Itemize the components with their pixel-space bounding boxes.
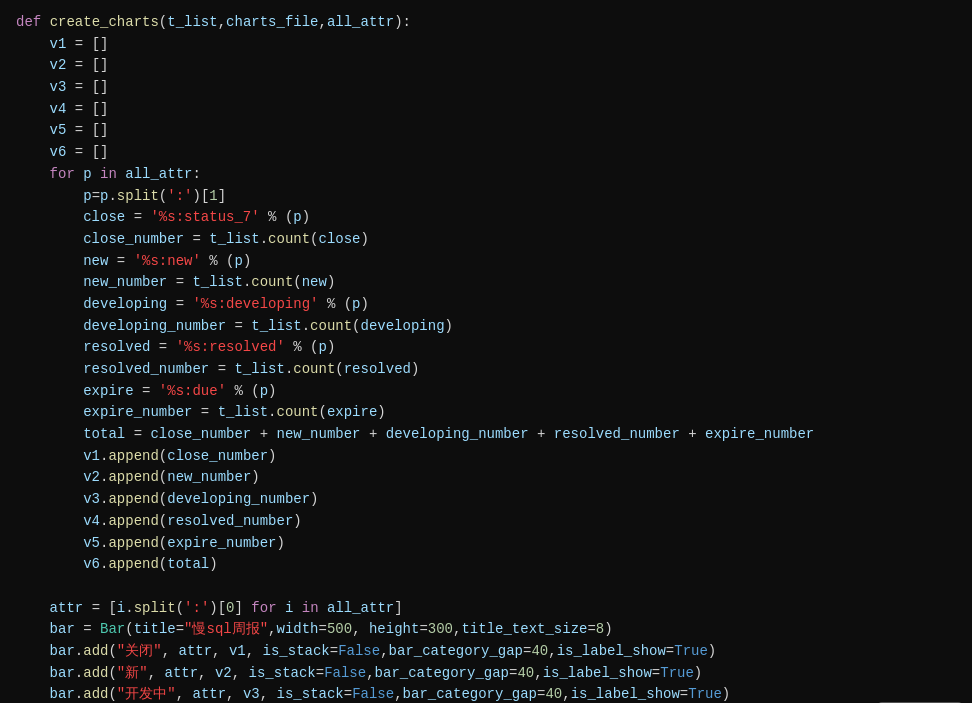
code-line-9: p=p.split(':')[1] <box>16 186 956 208</box>
code-line-25: v5.append(expire_number) <box>16 533 956 555</box>
code-line-28: attr = [i.split(':')[0] for i in all_att… <box>16 598 956 620</box>
code-line-5: v4 = [] <box>16 99 956 121</box>
code-line-32: bar.add("开发中", attr, v3, is_stack=False,… <box>16 684 956 703</box>
code-line-8: for p in all_attr: <box>16 164 956 186</box>
code-line-17: resolved_number = t_list.count(resolved) <box>16 359 956 381</box>
code-line-7: v6 = [] <box>16 142 956 164</box>
code-line-14: developing = '%s:developing' % (p) <box>16 294 956 316</box>
code-line-20: total = close_number + new_number + deve… <box>16 424 956 446</box>
code-line-13: new_number = t_list.count(new) <box>16 272 956 294</box>
code-line-18: expire = '%s:due' % (p) <box>16 381 956 403</box>
code-line-4: v3 = [] <box>16 77 956 99</box>
code-line-29: bar = Bar(title="慢sql周报",width=500, heig… <box>16 619 956 641</box>
code-line-22: v2.append(new_number) <box>16 467 956 489</box>
code-line-10: close = '%s:status_7' % (p) <box>16 207 956 229</box>
code-editor: def create_charts(t_list,charts_file,all… <box>0 0 972 703</box>
code-line-3: v2 = [] <box>16 55 956 77</box>
code-line-6: v5 = [] <box>16 120 956 142</box>
code-line-2: v1 = [] <box>16 34 956 56</box>
code-line-11: close_number = t_list.count(close) <box>16 229 956 251</box>
code-line-21: v1.append(close_number) <box>16 446 956 468</box>
code-line-31: bar.add("新", attr, v2, is_stack=False,ba… <box>16 663 956 685</box>
code-line-15: developing_number = t_list.count(develop… <box>16 316 956 338</box>
code-line-16: resolved = '%s:resolved' % (p) <box>16 337 956 359</box>
code-line-19: expire_number = t_list.count(expire) <box>16 402 956 424</box>
code-line-26: v6.append(total) <box>16 554 956 576</box>
code-line-23: v3.append(developing_number) <box>16 489 956 511</box>
code-line-24: v4.append(resolved_number) <box>16 511 956 533</box>
code-line-30: bar.add("关闭", attr, v1, is_stack=False,b… <box>16 641 956 663</box>
code-line-1: def create_charts(t_list,charts_file,all… <box>16 12 956 34</box>
code-line-27 <box>16 576 956 598</box>
code-line-12: new = '%s:new' % (p) <box>16 251 956 273</box>
